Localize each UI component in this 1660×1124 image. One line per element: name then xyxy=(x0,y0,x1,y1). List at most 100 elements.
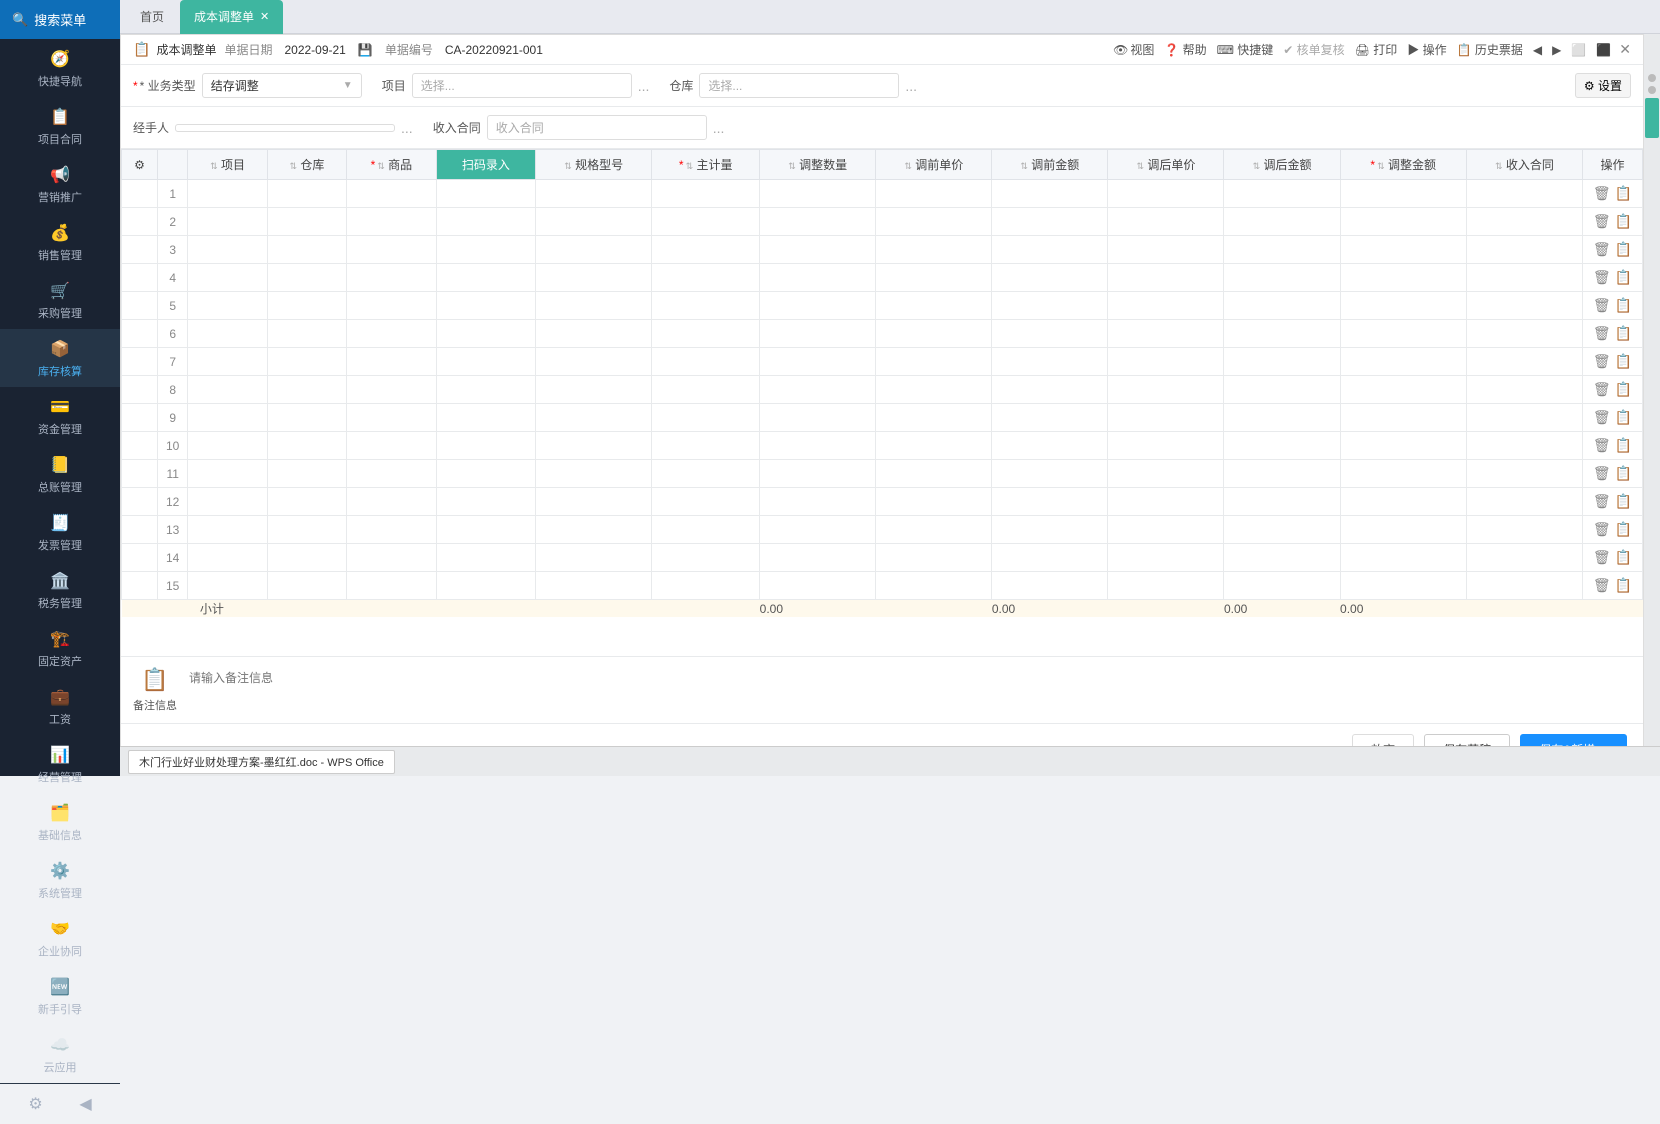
row-post-unit-price-8[interactable] xyxy=(1108,376,1224,404)
row-income-contract-10[interactable] xyxy=(1466,432,1582,460)
row-adj-qty-10[interactable] xyxy=(760,432,876,460)
row-pre-unit-price-4[interactable] xyxy=(876,264,992,292)
row-warehouse-15[interactable] xyxy=(267,572,346,600)
expand-action[interactable]: ⬜ xyxy=(1571,43,1586,57)
audit-action[interactable]: ✔ 核单复核 xyxy=(1283,41,1344,58)
row-pre-unit-price-2[interactable] xyxy=(876,208,992,236)
row-settings-2[interactable] xyxy=(122,208,158,236)
row-income-contract-14[interactable] xyxy=(1466,544,1582,572)
row-warehouse-2[interactable] xyxy=(267,208,346,236)
settings-btn[interactable]: ⚙ 设置 xyxy=(1575,73,1631,98)
row-income-contract-15[interactable] xyxy=(1466,572,1582,600)
sidebar-item-purchase-mgmt[interactable]: 🛒采购管理 xyxy=(0,271,120,329)
row-unit-11[interactable] xyxy=(652,460,760,488)
row-pre-amount-12[interactable] xyxy=(992,488,1108,516)
row-adj-qty-3[interactable] xyxy=(760,236,876,264)
row-product-11[interactable] xyxy=(347,460,437,488)
row-copy-12[interactable]: 📋 xyxy=(1615,493,1632,510)
handler-dots[interactable]: ... xyxy=(401,120,413,136)
row-post-amount-15[interactable] xyxy=(1224,572,1340,600)
row-adj-qty-9[interactable] xyxy=(760,404,876,432)
row-delete-7[interactable]: 🗑 xyxy=(1593,353,1611,370)
row-warehouse-7[interactable] xyxy=(267,348,346,376)
row-project-12[interactable] xyxy=(188,488,267,516)
row-adj-amount-2[interactable] xyxy=(1340,208,1466,236)
row-delete-12[interactable]: 🗑 xyxy=(1593,493,1611,510)
row-settings-7[interactable] xyxy=(122,348,158,376)
row-adj-amount-12[interactable] xyxy=(1340,488,1466,516)
row-adj-amount-15[interactable] xyxy=(1340,572,1466,600)
row-post-amount-5[interactable] xyxy=(1224,292,1340,320)
row-spec-1[interactable] xyxy=(536,180,652,208)
row-scan-5[interactable] xyxy=(436,292,535,320)
row-project-5[interactable] xyxy=(188,292,267,320)
row-adj-amount-11[interactable] xyxy=(1340,460,1466,488)
row-post-unit-price-14[interactable] xyxy=(1108,544,1224,572)
income-contract-dots[interactable]: ... xyxy=(713,120,725,136)
row-warehouse-14[interactable] xyxy=(267,544,346,572)
row-product-8[interactable] xyxy=(347,376,437,404)
collapse-icon[interactable]: ◀ xyxy=(79,1094,91,1114)
row-spec-4[interactable] xyxy=(536,264,652,292)
row-pre-unit-price-10[interactable] xyxy=(876,432,992,460)
row-project-3[interactable] xyxy=(188,236,267,264)
row-settings-4[interactable] xyxy=(122,264,158,292)
row-scan-10[interactable] xyxy=(436,432,535,460)
row-product-12[interactable] xyxy=(347,488,437,516)
row-scan-14[interactable] xyxy=(436,544,535,572)
row-warehouse-5[interactable] xyxy=(267,292,346,320)
row-post-unit-price-1[interactable] xyxy=(1108,180,1224,208)
row-post-amount-13[interactable] xyxy=(1224,516,1340,544)
row-unit-9[interactable] xyxy=(652,404,760,432)
row-post-amount-1[interactable] xyxy=(1224,180,1340,208)
row-warehouse-11[interactable] xyxy=(267,460,346,488)
row-pre-amount-10[interactable] xyxy=(992,432,1108,460)
row-warehouse-4[interactable] xyxy=(267,264,346,292)
row-adj-amount-7[interactable] xyxy=(1340,348,1466,376)
row-delete-11[interactable]: 🗑 xyxy=(1593,465,1611,482)
sidebar-item-salary[interactable]: 💼工资 xyxy=(0,677,120,735)
row-adj-qty-8[interactable] xyxy=(760,376,876,404)
row-income-contract-12[interactable] xyxy=(1466,488,1582,516)
row-pre-amount-9[interactable] xyxy=(992,404,1108,432)
notes-icon-area[interactable]: 📋 备注信息 xyxy=(133,667,177,713)
row-adj-qty-6[interactable] xyxy=(760,320,876,348)
row-pre-amount-6[interactable] xyxy=(992,320,1108,348)
taskbar-item[interactable]: 木门行业好业财处理方案-墨红红.doc - WPS Office xyxy=(128,750,395,774)
row-adj-qty-15[interactable] xyxy=(760,572,876,600)
row-post-amount-11[interactable] xyxy=(1224,460,1340,488)
row-income-contract-9[interactable] xyxy=(1466,404,1582,432)
tab-close-cost-adjust[interactable]: ✕ xyxy=(260,10,269,23)
row-copy-3[interactable]: 📋 xyxy=(1615,241,1632,258)
row-scan-2[interactable] xyxy=(436,208,535,236)
row-product-13[interactable] xyxy=(347,516,437,544)
row-spec-13[interactable] xyxy=(536,516,652,544)
row-unit-1[interactable] xyxy=(652,180,760,208)
row-adj-qty-13[interactable] xyxy=(760,516,876,544)
row-adj-amount-6[interactable] xyxy=(1340,320,1466,348)
row-post-amount-6[interactable] xyxy=(1224,320,1340,348)
row-income-contract-13[interactable] xyxy=(1466,516,1582,544)
side-green-bar[interactable] xyxy=(1645,98,1659,138)
row-adj-amount-10[interactable] xyxy=(1340,432,1466,460)
row-pre-unit-price-11[interactable] xyxy=(876,460,992,488)
row-project-13[interactable] xyxy=(188,516,267,544)
sidebar-item-inventory[interactable]: 📦库存核算 xyxy=(0,329,120,387)
history-action[interactable]: 📋 历史票据 xyxy=(1457,41,1523,58)
row-scan-6[interactable] xyxy=(436,320,535,348)
row-copy-7[interactable]: 📋 xyxy=(1615,353,1632,370)
close-window-btn[interactable]: ✕ xyxy=(1619,41,1631,58)
row-pre-amount-13[interactable] xyxy=(992,516,1108,544)
row-delete-15[interactable]: 🗑 xyxy=(1593,577,1611,594)
tab-cost-adjust[interactable]: 成本调整单✕ xyxy=(180,0,283,34)
row-settings-13[interactable] xyxy=(122,516,158,544)
project-dots[interactable]: ... xyxy=(638,78,650,94)
row-post-unit-price-5[interactable] xyxy=(1108,292,1224,320)
row-product-4[interactable] xyxy=(347,264,437,292)
row-pre-amount-14[interactable] xyxy=(992,544,1108,572)
row-spec-3[interactable] xyxy=(536,236,652,264)
row-pre-amount-1[interactable] xyxy=(992,180,1108,208)
nav-prev-action[interactable]: ◀ xyxy=(1533,43,1542,57)
row-delete-3[interactable]: 🗑 xyxy=(1593,241,1611,258)
row-warehouse-6[interactable] xyxy=(267,320,346,348)
